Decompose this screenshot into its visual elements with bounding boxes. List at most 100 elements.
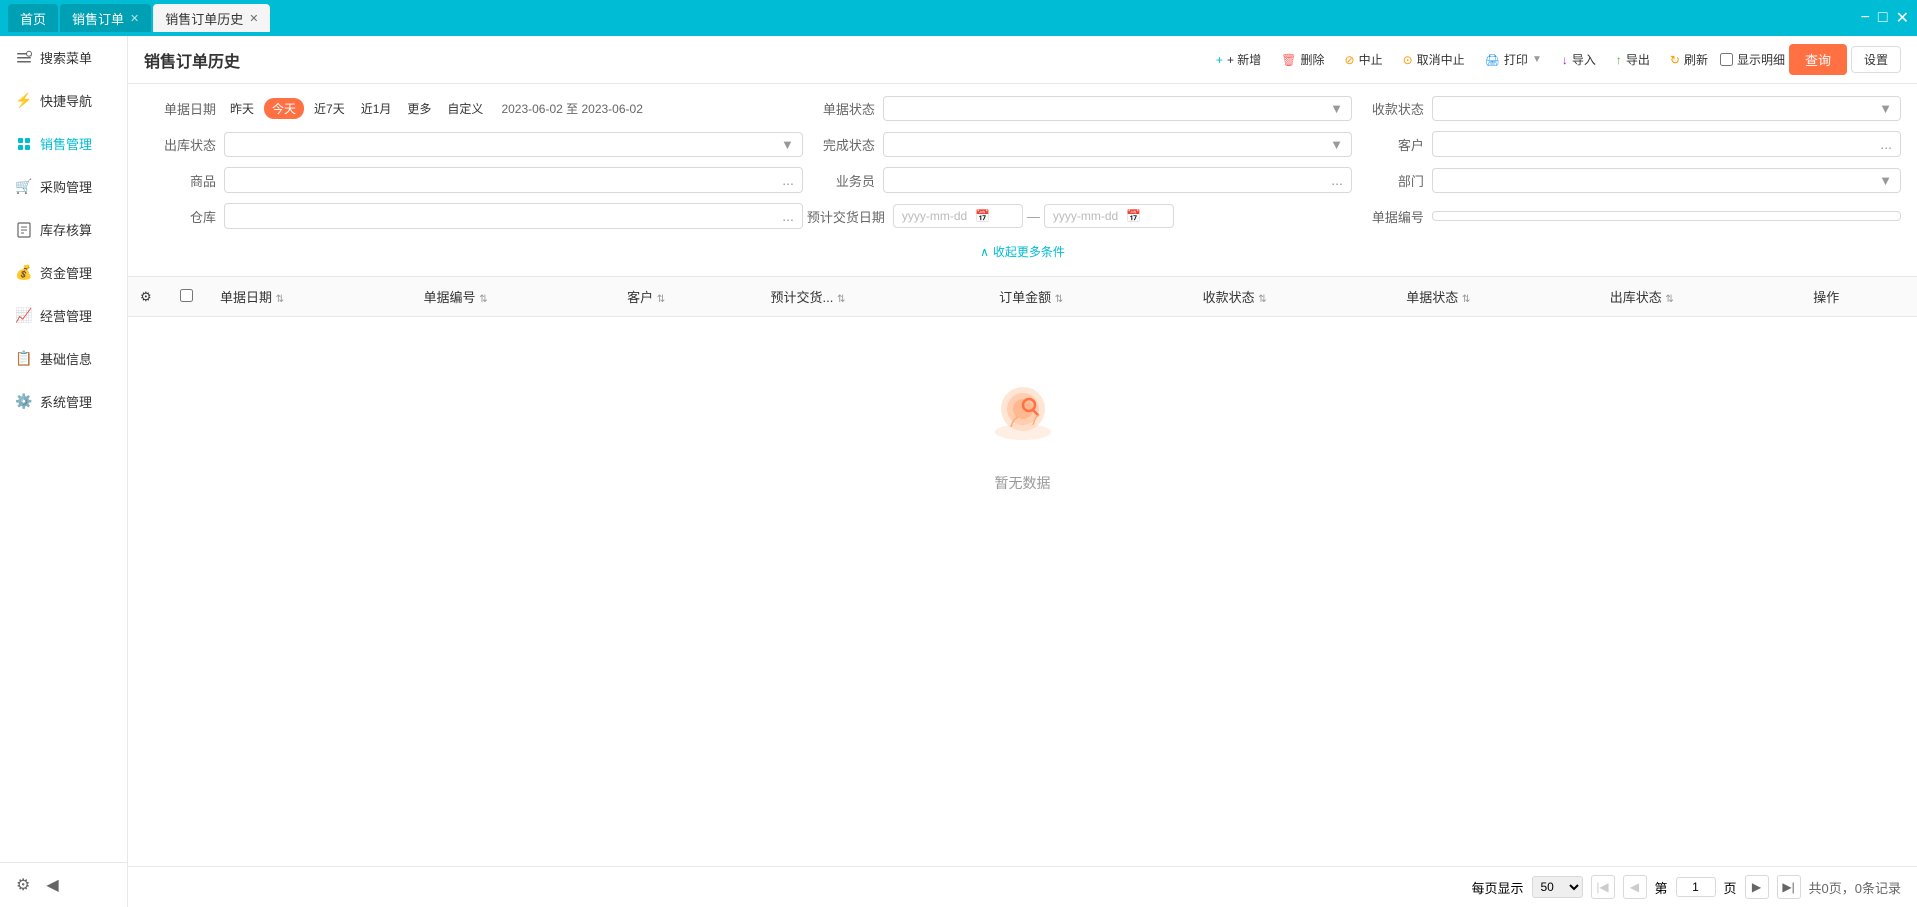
tab-sales-order[interactable]: 销售订单 ✕	[60, 4, 151, 32]
warehouse-label: 仓库	[144, 207, 224, 226]
delete-icon: 🗑	[1281, 53, 1296, 67]
page-current-label: 第	[1655, 878, 1668, 897]
date-from-placeholder: yyyy-mm-dd	[902, 209, 967, 223]
th-doc-status-label: 单据状态	[1406, 290, 1458, 305]
collapse-row[interactable]: ∧ 收起更多条件	[144, 239, 1901, 264]
th-out-status[interactable]: 出库状态 ⇅	[1598, 277, 1802, 317]
sidebar-item-operation-mgmt[interactable]: 📈 经营管理	[0, 294, 127, 337]
warehouse-input[interactable]: ...	[224, 203, 803, 229]
receipt-status-arrow-icon: ▼	[1879, 101, 1892, 116]
sidebar: 搜索菜单 ⚡ 快捷导航 销售管理 🛒 采购管理 库存核算 💰 资金管理 📈	[0, 36, 128, 907]
page-next-btn[interactable]: ▶	[1745, 875, 1769, 899]
query-button[interactable]: 查询	[1789, 44, 1847, 75]
th-settings[interactable]: ⚙	[128, 277, 168, 317]
out-status-arrow-icon: ▼	[781, 137, 794, 152]
tab-sales-order-history[interactable]: 销售订单历史 ✕	[153, 4, 270, 32]
export-btn[interactable]: ↑ 导出	[1608, 47, 1658, 72]
export-btn-label: 导出	[1626, 51, 1650, 68]
customer-input[interactable]: ...	[1432, 131, 1901, 157]
th-doc-status-sort-icon: ⇅	[1462, 294, 1470, 305]
stop-btn[interactable]: ⊘ 中止	[1337, 47, 1391, 72]
maximize-icon[interactable]: □	[1878, 9, 1888, 27]
empty-icon	[983, 377, 1063, 457]
goods-input[interactable]: ...	[224, 167, 803, 193]
page-number-input[interactable]	[1676, 877, 1716, 897]
date-today[interactable]: 今天	[264, 98, 304, 119]
th-action: 操作	[1801, 277, 1917, 317]
date-yesterday[interactable]: 昨天	[224, 98, 260, 119]
sidebar-item-inventory-check[interactable]: 库存核算	[0, 208, 127, 251]
receipt-status-select[interactable]: ▼	[1432, 96, 1901, 121]
salesman-input[interactable]: ...	[883, 167, 1352, 193]
th-checkbox[interactable]	[168, 277, 208, 317]
page-size-select[interactable]: 50 10 20 100	[1532, 876, 1583, 898]
th-receipt-status[interactable]: 收款状态 ⇅	[1191, 277, 1395, 317]
print-btn[interactable]: 🖨 打印 ▼	[1477, 47, 1550, 72]
search-menu-icon	[16, 50, 32, 66]
settings-icon[interactable]: ⚙	[140, 289, 152, 304]
print-btn-label: 打印	[1504, 51, 1528, 68]
status-select[interactable]: ▼	[883, 96, 1352, 121]
pagination: 每页显示 50 10 20 100 |◀ ◀ 第 页 ▶ ▶| 共0页，0条记录	[128, 866, 1917, 907]
page-last-btn[interactable]: ▶|	[1777, 875, 1801, 899]
th-no[interactable]: 单据编号 ⇅	[412, 277, 616, 317]
warehouse-dots-icon[interactable]: ...	[782, 208, 794, 224]
date-from-input[interactable]: yyyy-mm-dd 📅	[893, 204, 1023, 228]
sidebar-item-basic-info[interactable]: 📋 基础信息	[0, 337, 127, 380]
new-btn[interactable]: + + 新增	[1208, 47, 1269, 72]
add-icon: +	[1216, 53, 1223, 67]
delete-btn[interactable]: 🗑 删除	[1273, 47, 1332, 72]
settings-button[interactable]: 设置	[1851, 46, 1901, 73]
date-to-input[interactable]: yyyy-mm-dd 📅	[1044, 204, 1174, 228]
sidebar-item-fund-mgmt[interactable]: 💰 资金管理	[0, 251, 127, 294]
date-to-placeholder: yyyy-mm-dd	[1053, 209, 1118, 223]
cancel-stop-btn[interactable]: ⊙ 取消中止	[1395, 47, 1473, 72]
dept-select[interactable]: ▼	[1432, 168, 1901, 193]
minimize-icon[interactable]: −	[1861, 9, 1870, 27]
refresh-btn[interactable]: ↻ 刷新	[1662, 47, 1716, 72]
date-sep: —	[1027, 209, 1040, 224]
page-prev-btn[interactable]: ◀	[1623, 875, 1647, 899]
sidebar-item-system-mgmt[interactable]: ⚙️ 系统管理	[0, 380, 127, 423]
select-all-checkbox[interactable]	[180, 289, 193, 302]
date-1month[interactable]: 近1月	[355, 98, 398, 119]
cal-to-icon[interactable]: 📅	[1126, 209, 1141, 223]
tab-sales-order-history-label: 销售订单历史	[165, 9, 243, 28]
cal-from-icon[interactable]: 📅	[975, 209, 990, 223]
complete-status-label: 完成状态	[803, 135, 883, 154]
date-7days[interactable]: 近7天	[308, 98, 351, 119]
th-expected-date[interactable]: 预计交货... ⇅	[759, 277, 988, 317]
close-icon[interactable]: ✕	[1896, 8, 1909, 28]
sidebar-item-quick-nav[interactable]: ⚡ 快捷导航	[0, 79, 127, 122]
sidebar-item-sales-mgmt[interactable]: 销售管理	[0, 122, 127, 165]
filter-row-2: 出库状态 ▼ 完成状态 ▼ 客户 ...	[144, 131, 1901, 157]
tab-sales-order-history-close[interactable]: ✕	[249, 12, 258, 25]
order-no-input[interactable]	[1432, 211, 1901, 221]
complete-status-select[interactable]: ▼	[883, 132, 1352, 157]
out-status-select[interactable]: ▼	[224, 132, 803, 157]
tab-home[interactable]: 首页	[8, 4, 58, 32]
import-btn[interactable]: ↓ 导入	[1554, 47, 1604, 72]
display-cols-checkbox[interactable]	[1720, 53, 1733, 66]
sidebar-item-search-menu[interactable]: 搜索菜单	[0, 36, 127, 79]
th-amount[interactable]: 订单金额 ⇅	[987, 277, 1191, 317]
th-expected-date-label: 预计交货...	[771, 290, 834, 305]
th-doc-status[interactable]: 单据状态 ⇅	[1394, 277, 1598, 317]
date-custom[interactable]: 自定义	[441, 98, 489, 119]
refresh-btn-label: 刷新	[1684, 51, 1708, 68]
sidebar-settings-icon[interactable]: ⚙	[16, 875, 30, 895]
sidebar-collapse-icon[interactable]: ◀	[46, 875, 58, 895]
salesman-dots-icon[interactable]: ...	[1331, 172, 1343, 188]
tab-sales-order-close[interactable]: ✕	[130, 12, 139, 25]
expected-date-group: yyyy-mm-dd 📅 — yyyy-mm-dd 📅	[893, 204, 1174, 228]
th-customer[interactable]: 客户 ⇅	[615, 277, 758, 317]
page-title: 销售订单历史	[144, 48, 240, 72]
th-date[interactable]: 单据日期 ⇅	[208, 277, 412, 317]
import-icon: ↓	[1562, 53, 1568, 67]
sidebar-item-purchase-mgmt[interactable]: 🛒 采购管理	[0, 165, 127, 208]
date-more[interactable]: 更多	[401, 98, 437, 119]
customer-dots-icon[interactable]: ...	[1880, 136, 1892, 152]
goods-dots-icon[interactable]: ...	[782, 172, 794, 188]
page-first-btn[interactable]: |◀	[1591, 875, 1615, 899]
sidebar-bottom: ⚙ ◀	[0, 862, 127, 907]
